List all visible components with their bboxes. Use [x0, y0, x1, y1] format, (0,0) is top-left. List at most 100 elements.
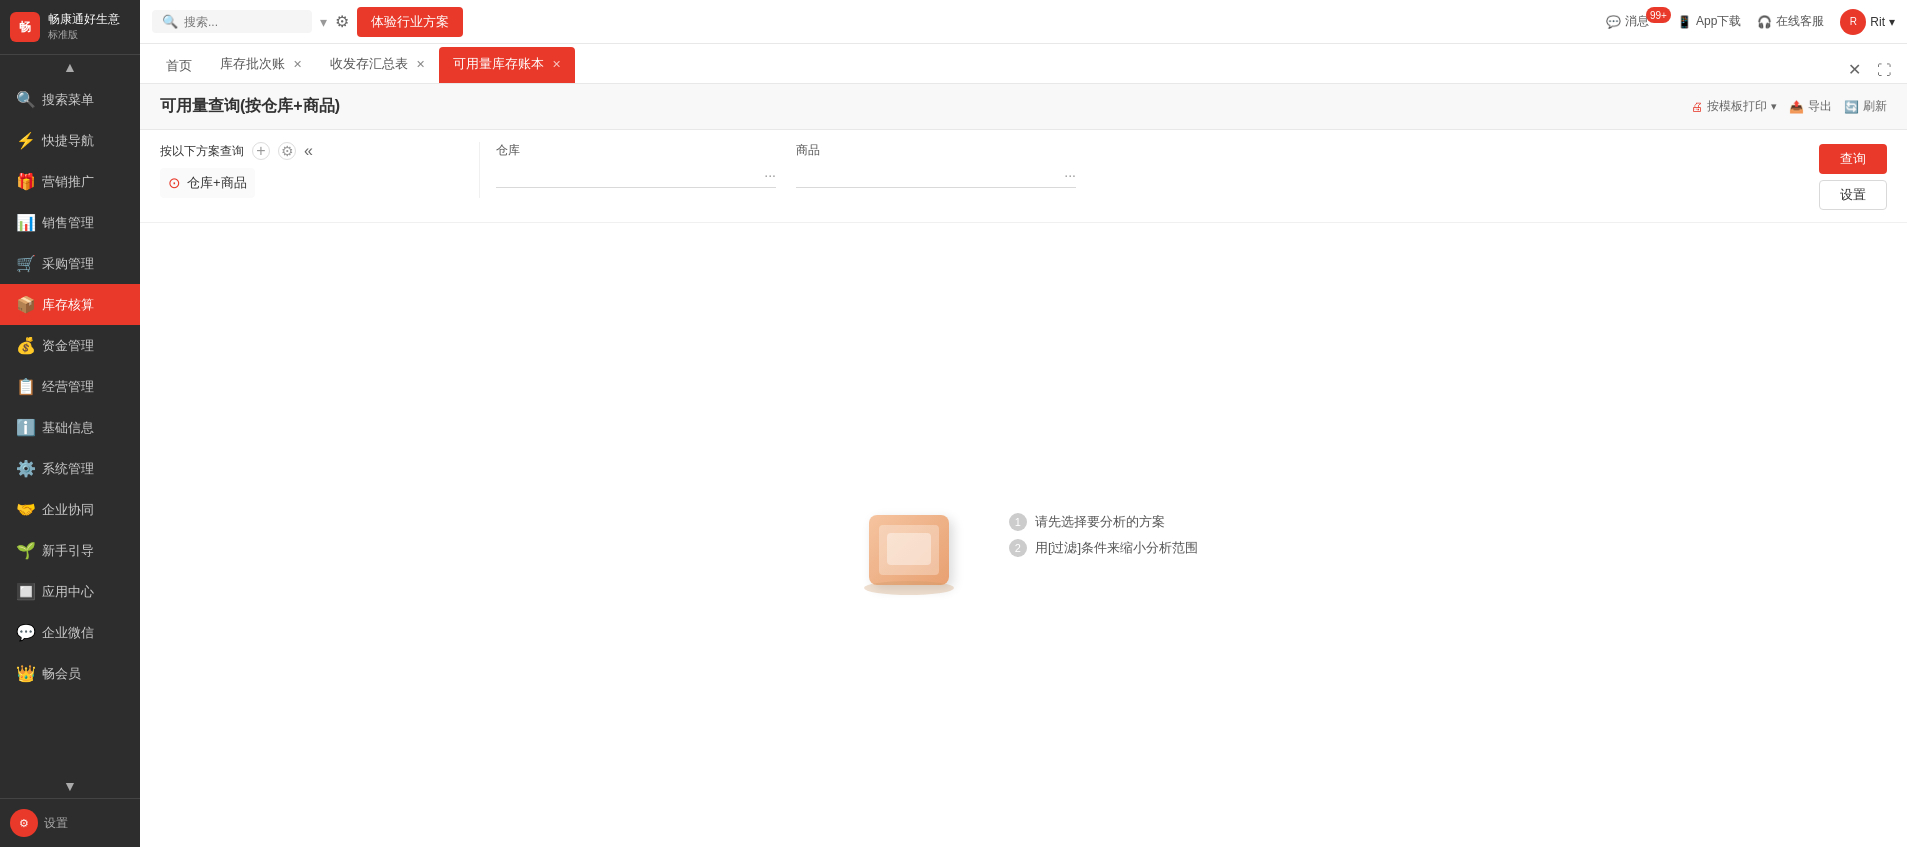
warehouse-input[interactable] — [496, 168, 760, 183]
message-badge: 99+ — [1646, 7, 1671, 23]
sidebar-scroll-down[interactable]: ▼ — [0, 774, 140, 798]
warehouse-input-container: ··· — [496, 163, 776, 188]
page-header: 可用量查询(按仓库+商品) 🖨 按模板打印 ▾ 📤 导出 🔄 刷新 — [140, 84, 1907, 130]
topbar-app-download[interactable]: 📱 App下载 — [1677, 13, 1741, 30]
topbar-message[interactable]: 💬 消息 99+ — [1606, 13, 1661, 30]
product-more-icon[interactable]: ··· — [1064, 167, 1076, 183]
tabbar-expand-btn[interactable]: ⛶ — [1873, 58, 1895, 82]
member-icon: 👑 — [16, 664, 34, 683]
sidebar-item-quicknav[interactable]: ⚡ 快捷导航 — [0, 120, 140, 161]
sidebar-item-member[interactable]: 👑 畅会员 — [0, 653, 140, 694]
topbar-right: 💬 消息 99+ 📱 App下载 🎧 在线客服 R Rit ▾ — [1606, 9, 1895, 35]
topbar-search-input[interactable] — [184, 15, 284, 29]
add-scheme-icon[interactable]: + — [252, 142, 270, 160]
scheme-icon: ⊙ — [168, 174, 181, 192]
inventory-icon: 📦 — [16, 295, 34, 314]
system-icon: ⚙️ — [16, 459, 34, 478]
empty-step-2: 2 用[过滤]条件来缩小分析范围 — [1009, 539, 1198, 557]
tab-home[interactable]: 首页 — [152, 49, 206, 83]
topbar-search-box[interactable]: 🔍 — [152, 10, 312, 33]
sidebar-item-label: 资金管理 — [42, 337, 94, 355]
marketing-icon: 🎁 — [16, 172, 34, 191]
sidebar-item-enterprise[interactable]: 🤝 企业协同 — [0, 489, 140, 530]
sidebar-logo: 畅 — [10, 12, 40, 42]
content-area: 可用量查询(按仓库+商品) 🖨 按模板打印 ▾ 📤 导出 🔄 刷新 — [140, 84, 1907, 847]
sidebar-item-label: 企业协同 — [42, 501, 94, 519]
sidebar-header: 畅 畅康通好生意 标准版 — [0, 0, 140, 55]
warehouse-field-label: 仓库 — [496, 142, 776, 159]
filter-warehouse-field: 仓库 ··· — [496, 142, 776, 188]
sidebar-item-marketing[interactable]: 🎁 营销推广 — [0, 161, 140, 202]
topbar-gear-icon[interactable]: ⚙ — [335, 12, 349, 31]
basic-icon: ℹ️ — [16, 418, 34, 437]
tab-summary[interactable]: 收发存汇总表 ✕ — [316, 47, 439, 83]
sidebar-scroll-up[interactable]: ▲ — [0, 55, 140, 79]
sidebar-item-label: 企业微信 — [42, 624, 94, 642]
sidebar-item-appcenter[interactable]: 🔲 应用中心 — [0, 571, 140, 612]
settings-scheme-icon[interactable]: ⚙ — [278, 142, 296, 160]
sidebar-item-operation[interactable]: 📋 经营管理 — [0, 366, 140, 407]
step-2-text: 用[过滤]条件来缩小分析范围 — [1035, 539, 1198, 557]
filter-scheme-label: 按以下方案查询 + ⚙ « — [160, 142, 463, 160]
tab-batch-close[interactable]: ✕ — [293, 58, 302, 71]
sidebar-item-sales[interactable]: 📊 销售管理 — [0, 202, 140, 243]
sidebar-item-search[interactable]: 🔍 搜索菜单 — [0, 79, 140, 120]
print-icon: 🖨 — [1691, 100, 1703, 114]
step-2-num: 2 — [1009, 539, 1027, 557]
search-icon: 🔍 — [16, 90, 34, 109]
sidebar-item-finance[interactable]: 💰 资金管理 — [0, 325, 140, 366]
operation-icon: 📋 — [16, 377, 34, 396]
filter-left: 按以下方案查询 + ⚙ « ⊙ 仓库+商品 — [160, 142, 480, 198]
query-btn[interactable]: 查询 — [1819, 144, 1887, 174]
industry-btn[interactable]: 体验行业方案 — [357, 7, 463, 37]
main-area: 🔍 ▾ ⚙ 体验行业方案 💬 消息 99+ 📱 App下载 🎧 在线客服 R R… — [140, 0, 1907, 847]
sidebar-item-label: 应用中心 — [42, 583, 94, 601]
print-btn[interactable]: 🖨 按模板打印 ▾ — [1691, 98, 1777, 115]
topbar-user[interactable]: R Rit ▾ — [1840, 9, 1895, 35]
sidebar-item-label: 搜索菜单 — [42, 91, 94, 109]
filter-actions: 查询 设置 — [1819, 142, 1887, 210]
sidebar-item-label: 采购管理 — [42, 255, 94, 273]
empty-illustration — [849, 475, 969, 595]
sidebar-item-wechat[interactable]: 💬 企业微信 — [0, 612, 140, 653]
tab-available-label: 可用量库存账本 — [453, 55, 544, 73]
newbie-icon: 🌱 — [16, 541, 34, 560]
appcenter-icon: 🔲 — [16, 582, 34, 601]
filter-settings-btn[interactable]: 设置 — [1819, 180, 1887, 210]
sidebar-item-purchase[interactable]: 🛒 采购管理 — [0, 243, 140, 284]
tab-available-close[interactable]: ✕ — [552, 58, 561, 71]
sidebar-item-inventory[interactable]: 📦 库存核算 — [0, 284, 140, 325]
sidebar-item-label: 营销推广 — [42, 173, 94, 191]
topbar-dropdown-icon[interactable]: ▾ — [320, 14, 327, 30]
tabbar-right: ✕ ⛶ — [1844, 56, 1895, 83]
export-btn[interactable]: 📤 导出 — [1789, 98, 1832, 115]
tab-home-label: 首页 — [166, 57, 192, 75]
sidebar-bottom-avatar: ⚙ — [10, 809, 38, 837]
topbar-online-service[interactable]: 🎧 在线客服 — [1757, 13, 1824, 30]
warehouse-more-icon[interactable]: ··· — [764, 167, 776, 183]
sidebar-nav: 🔍 搜索菜单 ⚡ 快捷导航 🎁 营销推广 📊 销售管理 🛒 采购管理 📦 库存核… — [0, 79, 140, 774]
sidebar-edition: 标准版 — [48, 28, 120, 42]
finance-icon: 💰 — [16, 336, 34, 355]
user-avatar: R — [1840, 9, 1866, 35]
sidebar-item-label: 畅会员 — [42, 665, 81, 683]
sidebar-bottom-label: 设置 — [44, 815, 68, 832]
print-dropdown-icon: ▾ — [1771, 100, 1777, 113]
collapse-scheme-icon[interactable]: « — [304, 142, 313, 160]
refresh-icon: 🔄 — [1844, 100, 1859, 114]
sidebar-item-basic[interactable]: ℹ️ 基础信息 — [0, 407, 140, 448]
filter-fields: 仓库 ··· 商品 ··· — [496, 142, 1819, 188]
tabbar-close-btn[interactable]: ✕ — [1844, 56, 1865, 83]
sidebar-settings[interactable]: ⚙ 设置 — [0, 798, 140, 847]
tab-summary-close[interactable]: ✕ — [416, 58, 425, 71]
tab-batch[interactable]: 库存批次账 ✕ — [206, 47, 316, 83]
sales-icon: 📊 — [16, 213, 34, 232]
refresh-btn[interactable]: 🔄 刷新 — [1844, 98, 1887, 115]
tabbar: 首页 库存批次账 ✕ 收发存汇总表 ✕ 可用量库存账本 ✕ ✕ ⛶ — [140, 44, 1907, 84]
sidebar-item-system[interactable]: ⚙️ 系统管理 — [0, 448, 140, 489]
scheme-item-warehouse-product[interactable]: ⊙ 仓库+商品 — [160, 168, 255, 198]
product-input[interactable] — [796, 168, 1060, 183]
sidebar-item-newbie[interactable]: 🌱 新手引导 — [0, 530, 140, 571]
tab-available[interactable]: 可用量库存账本 ✕ — [439, 47, 575, 83]
online-service-label: 在线客服 — [1776, 13, 1824, 30]
